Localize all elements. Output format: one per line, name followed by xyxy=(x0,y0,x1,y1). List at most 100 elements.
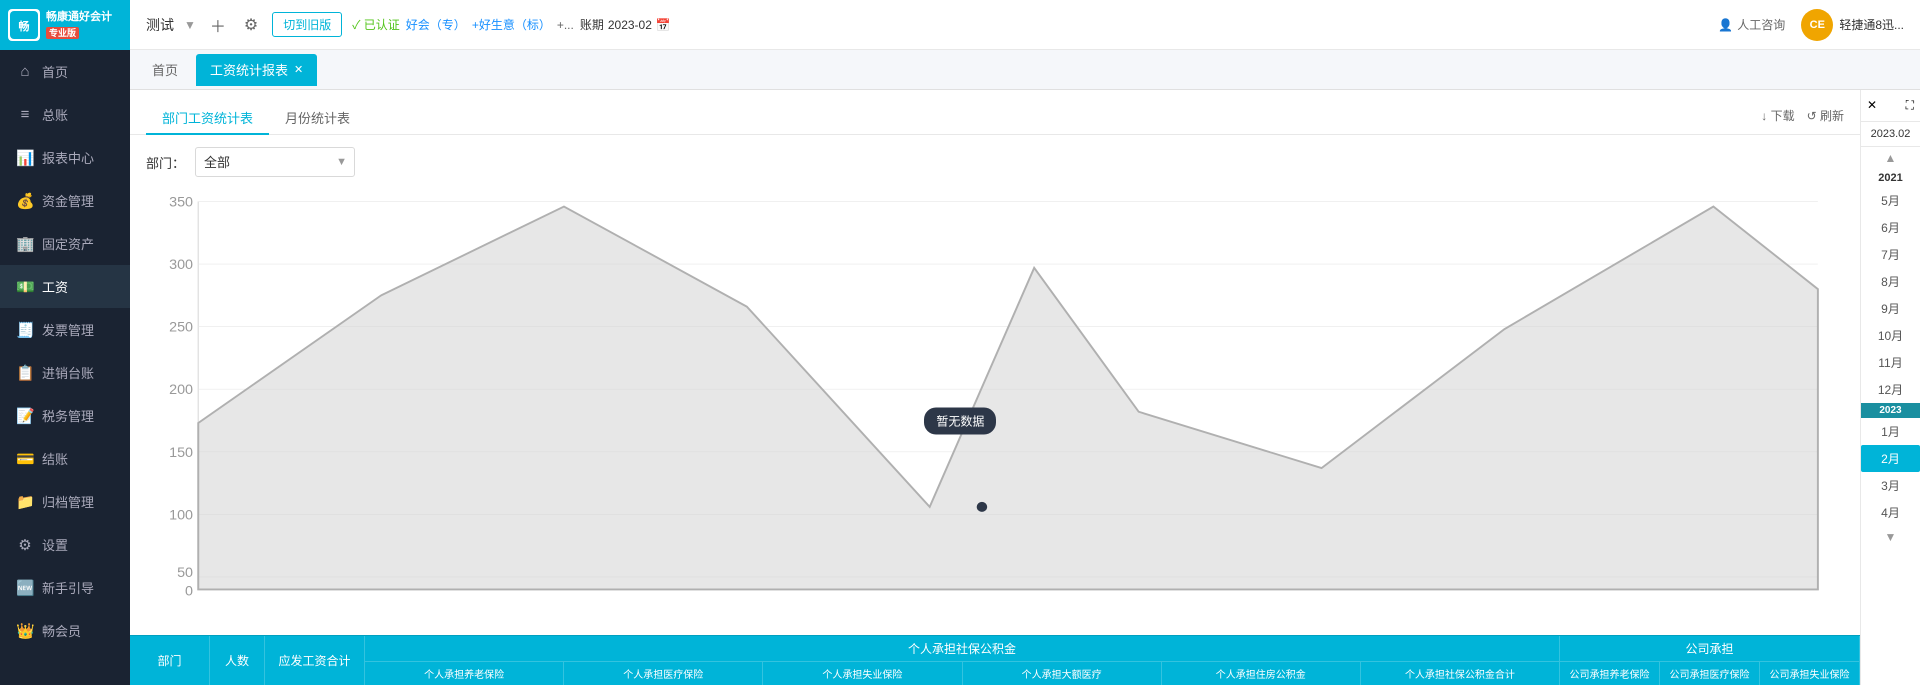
month-2021-6[interactable]: 6月 xyxy=(1861,214,1920,241)
sidebar-label-general: 总账 xyxy=(42,105,68,124)
topbar-right: 👤 人工咨询 CE 轻捷通8迅... xyxy=(1718,9,1904,41)
subtab-month-label: 月份统计表 xyxy=(285,111,350,126)
th-group-personal-cols: 个人承担养老保险 个人承担医疗保险 个人承担失业保险 个人承担大额医疗 个人承担… xyxy=(365,662,1559,685)
service-button[interactable]: 👤 人工咨询 xyxy=(1718,16,1785,33)
month-2021-7[interactable]: 7月 xyxy=(1861,241,1920,268)
th-personal-total: 个人承担社保公积金合计 xyxy=(1361,662,1559,685)
download-button[interactable]: ↓ 下载 xyxy=(1761,107,1794,124)
service-label: 人工咨询 xyxy=(1737,16,1785,33)
month-2021-9[interactable]: 9月 xyxy=(1861,295,1920,322)
date-nav-up[interactable]: ▲ xyxy=(1861,147,1920,169)
service-icon: 👤 xyxy=(1718,18,1733,32)
month-2023-2[interactable]: 2月 xyxy=(1861,445,1920,472)
chart-tooltip-marker xyxy=(977,502,987,512)
sidebar-item-asset[interactable]: 🏢 固定资产 xyxy=(0,222,130,265)
tab-salary-label: 工资统计报表 xyxy=(210,60,288,79)
sidebar-item-invoice[interactable]: 🧾 发票管理 xyxy=(0,308,130,351)
sidebar-label-home: 首页 xyxy=(42,62,68,81)
sidebar-item-sales[interactable]: 📋 进销台账 xyxy=(0,351,130,394)
topbar-tags: ✓ 已认证 好会（专） +好生意（标） +... 账期 2023-02 📅 xyxy=(352,16,1708,33)
th-company-pension: 公司承担养老保险 xyxy=(1560,662,1660,685)
svg-text:100: 100 xyxy=(169,507,193,523)
sidebar-label-invoice: 发票管理 xyxy=(42,320,94,339)
tab-salary-report[interactable]: 工资统计报表 ✕ xyxy=(196,54,317,86)
guide-icon: 🆕 xyxy=(16,579,34,597)
settings-icon: ⚙ xyxy=(16,536,34,554)
month-2023-4[interactable]: 4月 xyxy=(1861,499,1920,526)
settings-gear-icon[interactable]: ⚙ xyxy=(240,11,262,39)
panel-expand-icon[interactable]: ⛶ xyxy=(1906,98,1914,113)
sidebar-item-archive[interactable]: 📁 归档管理 xyxy=(0,480,130,523)
filter-row: 部门： 全部 ▼ xyxy=(130,135,1860,189)
asset-icon: 🏢 xyxy=(16,235,34,253)
add-icon[interactable]: ＋ xyxy=(206,9,230,41)
sidebar-item-report[interactable]: 📊 报表中心 xyxy=(0,136,130,179)
tab-close-icon[interactable]: ✕ xyxy=(294,63,303,76)
th-group-personal: 个人承担社保公积金 个人承担养老保险 个人承担医疗保险 个人承担失业保险 个人承… xyxy=(365,636,1560,685)
month-2023-1[interactable]: 1月 xyxy=(1861,418,1920,445)
sidebar-item-general[interactable]: ≡ 总账 xyxy=(0,93,130,136)
period-label: 账期 xyxy=(580,16,604,33)
chart-svg: 350 300 250 200 150 100 50 0 xyxy=(146,189,1844,627)
month-2023-3[interactable]: 3月 xyxy=(1861,472,1920,499)
sidebar-item-fund[interactable]: 💰 资金管理 xyxy=(0,179,130,222)
app-logo: 畅 畅康通好会计 专业版 xyxy=(0,0,130,50)
th-company-medical: 公司承担医疗保险 xyxy=(1660,662,1760,685)
month-2021-8[interactable]: 8月 xyxy=(1861,268,1920,295)
page-content: 部门工资统计表 月份统计表 ↓ 下载 ↺ 刷新 部门： 全部 ▼ xyxy=(130,90,1860,685)
company-name: 测试 xyxy=(146,15,174,35)
avatar: CE xyxy=(1801,9,1833,41)
month-2021-11[interactable]: 11月 xyxy=(1861,349,1920,376)
subtab-month[interactable]: 月份统计表 xyxy=(269,102,366,135)
archive-icon: 📁 xyxy=(16,493,34,511)
month-2021-10[interactable]: 10月 xyxy=(1861,322,1920,349)
chart-area: 350 300 250 200 150 100 50 0 xyxy=(130,189,1860,635)
refresh-button[interactable]: ↺ 刷新 xyxy=(1807,107,1844,124)
date-panel: ✕ ⛶ 2023.02 ▲ 2021 5月 6月 7月 8月 9月 10月 11… xyxy=(1860,90,1920,685)
sidebar-item-settings[interactable]: ⚙ 设置 xyxy=(0,523,130,566)
year-2023-label: 2023 xyxy=(1861,403,1920,418)
th-group-personal-title: 个人承担社保公积金 xyxy=(365,636,1559,662)
svg-text:200: 200 xyxy=(169,382,193,398)
panel-close-icon[interactable]: ✕ xyxy=(1867,98,1877,113)
subtabs: 部门工资统计表 月份统计表 ↓ 下载 ↺ 刷新 xyxy=(130,90,1860,135)
dept-select[interactable]: 全部 xyxy=(195,147,355,177)
sales-icon: 📋 xyxy=(16,364,34,382)
th-personal-big-medical: 个人承担大额医疗 xyxy=(963,662,1162,685)
company-dropdown-arrow[interactable]: ▼ xyxy=(184,18,196,32)
subtab-actions: ↓ 下载 ↺ 刷新 xyxy=(1761,102,1844,134)
username: 轻捷通8迅... xyxy=(1839,16,1904,33)
tab-home-label: 首页 xyxy=(152,60,178,79)
member-icon: 👑 xyxy=(16,622,34,640)
sidebar-item-guide[interactable]: 🆕 新手引导 xyxy=(0,566,130,609)
sidebar-item-salary[interactable]: 💵 工资 xyxy=(0,265,130,308)
sidebar-label-tax: 税务管理 xyxy=(42,406,94,425)
sidebar-label-archive: 归档管理 xyxy=(42,492,94,511)
th-group-company-cols: 公司承担养老保险 公司承担医疗保险 公司承担失业保险 xyxy=(1560,662,1859,685)
sidebar-item-checkout[interactable]: 💳 结账 xyxy=(0,437,130,480)
date-input-row: 2023.02 xyxy=(1861,122,1920,147)
subtab-dept[interactable]: 部门工资统计表 xyxy=(146,102,269,135)
invoice-icon: 🧾 xyxy=(16,321,34,339)
date-nav-down[interactable]: ▼ xyxy=(1861,526,1920,548)
th-personal-medical: 个人承担医疗保险 xyxy=(564,662,763,685)
sidebar-item-member[interactable]: 👑 畅会员 xyxy=(0,609,130,652)
sidebar-item-tax[interactable]: 📝 税务管理 xyxy=(0,394,130,437)
month-2021-5[interactable]: 5月 xyxy=(1861,187,1920,214)
calendar-icon[interactable]: 📅 xyxy=(656,18,671,32)
sidebar-item-home[interactable]: ⌂ 首页 xyxy=(0,50,130,93)
switch-version-button[interactable]: 切到旧版 xyxy=(272,12,342,37)
tab-home[interactable]: 首页 xyxy=(138,54,192,86)
svg-text:50: 50 xyxy=(177,564,193,580)
th-group-company: 公司承担 公司承担养老保险 公司承担医疗保险 公司承担失业保险 xyxy=(1560,636,1860,685)
th-headcount: 人数 xyxy=(210,636,265,685)
content-area: 部门工资统计表 月份统计表 ↓ 下载 ↺ 刷新 部门： 全部 ▼ xyxy=(130,90,1920,685)
sidebar-label-checkout: 结账 xyxy=(42,449,68,468)
home-icon: ⌂ xyxy=(16,63,34,80)
th-personal-unemploy: 个人承担失业保险 xyxy=(763,662,962,685)
month-2021-12[interactable]: 12月 xyxy=(1861,376,1920,403)
svg-text:250: 250 xyxy=(169,319,193,335)
date-current-value[interactable]: 2023.02 xyxy=(1871,128,1911,140)
panel-close-row: ✕ ⛶ xyxy=(1861,90,1920,122)
year-2021: 2021 xyxy=(1861,169,1920,187)
